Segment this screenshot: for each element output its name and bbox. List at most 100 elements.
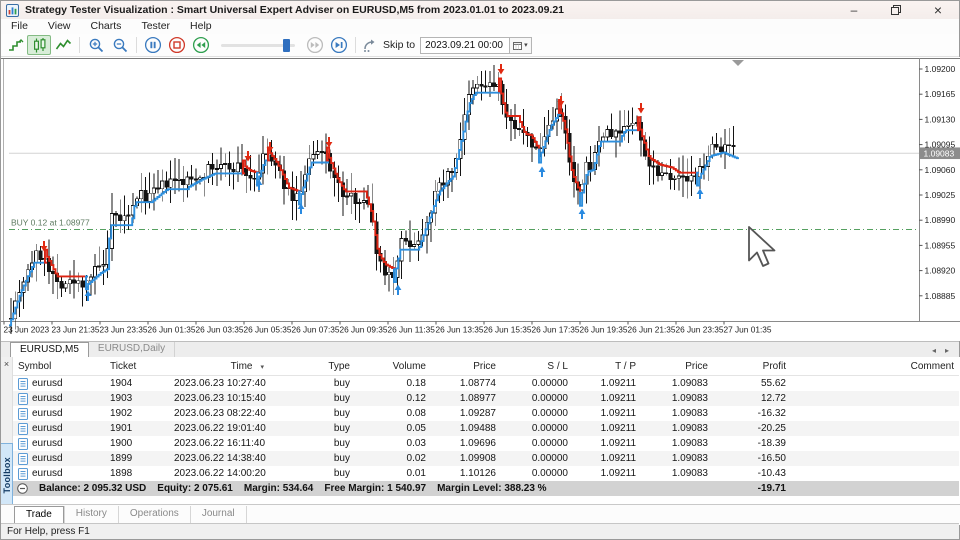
toolbox-tabs: Trade History Operations Journal	[1, 504, 960, 523]
svg-text:23 Jun 21:35: 23 Jun 21:35	[52, 325, 100, 335]
cell-type: buy	[269, 468, 355, 479]
tab-scroll-right-icon[interactable]: ▸	[945, 346, 949, 355]
cell-tp: 1.09211	[573, 468, 641, 479]
cell-tp: 1.09211	[573, 378, 641, 389]
col-comment[interactable]: Comment	[791, 361, 959, 372]
svg-text:26 Jun 03:35: 26 Jun 03:35	[196, 325, 244, 335]
tab-eurusd-m5[interactable]: EURUSD,M5	[10, 342, 89, 357]
col-volume[interactable]: Volume	[355, 361, 431, 372]
table-row[interactable]: eurusd19032023.06.23 10:15:40buy0.121.08…	[13, 391, 959, 406]
cell-volume: 0.12	[355, 393, 431, 404]
svg-text:23 Jun 2023: 23 Jun 2023	[4, 325, 50, 335]
cell-time: 2023.06.22 14:38:40	[169, 453, 269, 464]
toolbox-close-icon[interactable]: ×	[1, 357, 12, 371]
svg-text:1.09083: 1.09083	[924, 148, 955, 158]
line-chart-button[interactable]	[51, 35, 75, 55]
col-price[interactable]: Price	[431, 361, 501, 372]
equity-value: Equity: 2 075.61	[157, 483, 233, 494]
cell-volume: 0.08	[355, 408, 431, 419]
cell-symbol: eurusd	[13, 408, 105, 420]
stop-button[interactable]	[165, 35, 189, 55]
toolbar: Skip to ▾	[1, 34, 959, 57]
table-row[interactable]: eurusd19042023.06.23 10:27:40buy0.181.08…	[13, 376, 959, 391]
toolbox-tab[interactable]: Toolbox	[1, 443, 13, 507]
skip-to-date-input[interactable]	[420, 37, 510, 54]
margin-value: Margin: 534.64	[244, 483, 313, 494]
menu-help[interactable]: Help	[180, 19, 222, 34]
price-chart[interactable]: BUY 0.12 at 1.089771.092001.091651.09130…	[1, 57, 960, 341]
pause-button[interactable]	[141, 35, 165, 55]
speed-slider[interactable]	[221, 44, 295, 47]
col-profit[interactable]: Profit	[713, 361, 791, 372]
skip-to-end-button[interactable]	[327, 35, 351, 55]
cell-price2: 1.09083	[641, 468, 713, 479]
total-profit-value: -19.71	[713, 483, 791, 494]
svg-text:1.08920: 1.08920	[925, 266, 956, 276]
margin-level-value: Margin Level: 388.23 %	[437, 483, 547, 494]
zoom-in-button[interactable]	[84, 35, 108, 55]
menu-bar: File View Charts Tester Help	[1, 19, 959, 34]
svg-text:26 Jun 21:35: 26 Jun 21:35	[628, 325, 676, 335]
cell-type: buy	[269, 438, 355, 449]
cell-type: buy	[269, 423, 355, 434]
menu-charts[interactable]: Charts	[81, 19, 132, 34]
col-sl[interactable]: S / L	[501, 361, 573, 372]
restore-button[interactable]	[875, 1, 917, 19]
tab-trade[interactable]: Trade	[14, 506, 64, 523]
zoom-out-button[interactable]	[108, 35, 132, 55]
col-time[interactable]: Time▾	[169, 361, 269, 372]
cell-ticket: 1901	[105, 423, 169, 434]
calendar-dropdown-button[interactable]: ▾	[510, 37, 532, 54]
order-icon	[18, 393, 28, 405]
cell-type: buy	[269, 393, 355, 404]
cell-tp: 1.09211	[573, 453, 641, 464]
speed-slider-handle[interactable]	[283, 39, 290, 52]
cell-sl: 0.00000	[501, 423, 573, 434]
collapse-icon[interactable]	[17, 483, 28, 494]
app-icon	[6, 4, 19, 17]
chart-panel[interactable]: BUY 0.12 at 1.089771.092001.091651.09130…	[1, 57, 960, 341]
candle-chart-button[interactable]	[27, 35, 51, 55]
svg-text:BUY 0.12 at 1.08977: BUY 0.12 at 1.08977	[11, 218, 90, 228]
menu-tester[interactable]: Tester	[131, 19, 180, 34]
menu-view[interactable]: View	[38, 19, 81, 34]
cell-profit: -20.25	[713, 423, 791, 434]
col-ticket[interactable]: Ticket	[105, 361, 169, 372]
cell-price2: 1.09083	[641, 393, 713, 404]
cell-symbol: eurusd	[13, 468, 105, 480]
col-symbol[interactable]: Symbol	[13, 361, 105, 372]
cell-time: 2023.06.23 10:15:40	[169, 393, 269, 404]
cell-symbol: eurusd	[13, 438, 105, 450]
close-button[interactable]: ×	[917, 1, 959, 19]
minimize-button[interactable]: –	[833, 1, 875, 19]
table-row[interactable]: eurusd18992023.06.22 14:38:40buy0.021.09…	[13, 451, 959, 466]
table-row[interactable]: eurusd18982023.06.22 14:00:20buy0.011.10…	[13, 466, 959, 481]
table-row[interactable]: eurusd19022023.06.23 08:22:40buy0.081.09…	[13, 406, 959, 421]
fast-forward-button[interactable]	[303, 35, 327, 55]
sort-desc-icon: ▾	[260, 364, 264, 371]
order-icon	[18, 378, 28, 390]
cell-price: 1.08977	[431, 393, 501, 404]
chart-tab-strip: EURUSD,M5 EURUSD,Daily ◂ ▸	[1, 341, 959, 357]
col-tp[interactable]: T / P	[573, 361, 641, 372]
tick-chart-button[interactable]	[3, 35, 27, 55]
cell-sl: 0.00000	[501, 438, 573, 449]
table-row[interactable]: eurusd19002023.06.22 16:11:40buy0.031.09…	[13, 436, 959, 451]
tab-history[interactable]: History	[64, 506, 119, 523]
col-price-current[interactable]: Price	[641, 361, 713, 372]
tab-eurusd-daily[interactable]: EURUSD,Daily	[89, 342, 175, 357]
table-row[interactable]: eurusd19012023.06.22 19:01:40buy0.051.09…	[13, 421, 959, 436]
tab-journal[interactable]: Journal	[191, 506, 247, 523]
col-type[interactable]: Type	[269, 361, 355, 372]
cell-tp: 1.09211	[573, 423, 641, 434]
rewind-button[interactable]	[189, 35, 213, 55]
tab-operations[interactable]: Operations	[119, 506, 191, 523]
order-icon	[18, 438, 28, 450]
cell-symbol: eurusd	[13, 453, 105, 465]
cell-sl: 0.00000	[501, 453, 573, 464]
strategy-tester-window: Strategy Tester Visualization : Smart Un…	[0, 0, 960, 540]
menu-file[interactable]: File	[1, 19, 38, 34]
toolbox-strip: × Toolbox	[1, 357, 13, 523]
tab-scroll-left-icon[interactable]: ◂	[932, 346, 936, 355]
cell-volume: 0.02	[355, 453, 431, 464]
